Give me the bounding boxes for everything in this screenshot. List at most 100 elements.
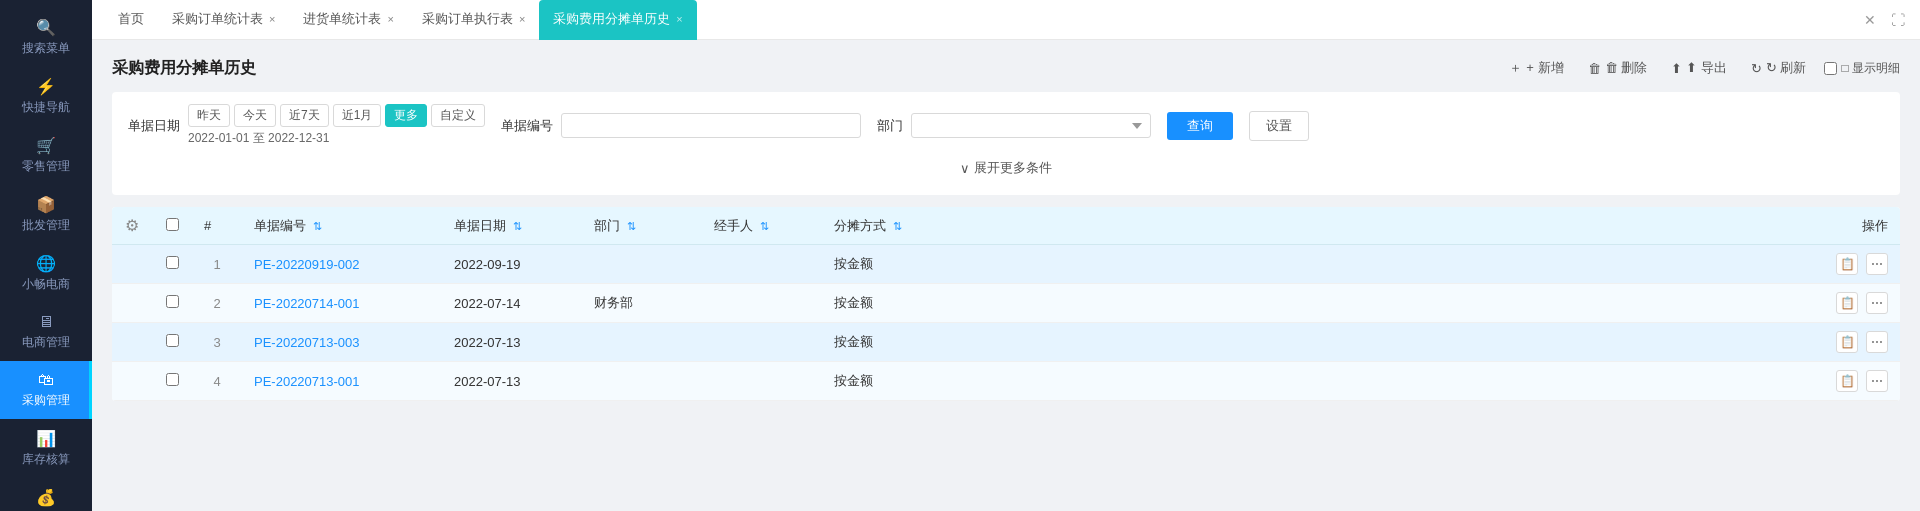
td-docnum-3: PE-20220713-001 — [242, 362, 442, 401]
docnum-filter-label: 单据编号 — [501, 117, 553, 135]
tab-home[interactable]: 首页 — [104, 0, 158, 40]
sidebar-item-label: 小畅电商 — [22, 277, 70, 291]
delete-button[interactable]: 🗑 🗑 删除 — [1582, 56, 1654, 80]
th-checkbox[interactable] — [152, 207, 192, 245]
close-window-icon[interactable]: ✕ — [1860, 10, 1880, 30]
show-detail-checkbox[interactable]: □ 显示明细 — [1824, 60, 1900, 77]
sidebar-finance-icon: 💰 — [4, 488, 88, 507]
yesterday-btn[interactable]: 昨天 — [188, 104, 230, 127]
sidebar-item-inventory[interactable]: 📊库存核算 — [0, 419, 92, 478]
tab-close-icon[interactable]: × — [387, 0, 393, 39]
add-button[interactable]: ＋ + 新增 — [1503, 56, 1569, 80]
row-checkbox-1[interactable] — [166, 295, 179, 308]
th-dept-label: 部门 — [594, 218, 620, 233]
td-settings-1 — [112, 284, 152, 323]
td-checkbox-3[interactable] — [152, 362, 192, 401]
last7-btn[interactable]: 近7天 — [280, 104, 329, 127]
sidebar-item-finance[interactable]: 💰资金管理 — [0, 478, 92, 511]
td-dept-3 — [582, 362, 702, 401]
sidebar-item-retail[interactable]: 🛒零售管理 — [0, 126, 92, 185]
edit-icon-0[interactable]: 📋 — [1836, 253, 1858, 275]
edit-icon-1[interactable]: 📋 — [1836, 292, 1858, 314]
tab-import-stat[interactable]: 进货单统计表× — [289, 0, 407, 40]
export-button[interactable]: ⬆ ⬆ 导出 — [1665, 56, 1733, 80]
sort-date-icon: ⇅ — [513, 220, 522, 232]
sidebar: 🔍 搜索菜单 ⚡快捷导航🛒零售管理📦批发管理🌐小畅电商🖥电商管理🛍采购管理📊库存核算… — [0, 0, 92, 511]
edit-icon-2[interactable]: 📋 — [1836, 331, 1858, 353]
show-detail-input[interactable] — [1824, 62, 1837, 75]
refresh-button[interactable]: ↻ ↻ 刷新 — [1745, 56, 1813, 80]
tab-bar-actions: ✕ ⛶ — [1860, 10, 1908, 30]
more-action-icon-1[interactable]: ⋯ — [1866, 292, 1888, 314]
date-filter-label: 单据日期 — [128, 117, 180, 135]
sidebar-item-search[interactable]: 🔍 搜索菜单 — [0, 8, 92, 67]
today-btn[interactable]: 今天 — [234, 104, 276, 127]
row-actions-3: 📋 ⋯ — [1812, 370, 1888, 392]
td-date-2: 2022-07-13 — [442, 323, 582, 362]
expand-more-btn[interactable]: ∨ 展开更多条件 — [954, 153, 1058, 183]
page-header: 采购费用分摊单历史 ＋ + 新增 🗑 🗑 删除 ⬆ ⬆ 导出 ↻ ↻ 刷新 — [112, 56, 1900, 80]
select-all-checkbox[interactable] — [166, 218, 179, 231]
sidebar-item-ecom-small[interactable]: 🌐小畅电商 — [0, 244, 92, 303]
sidebar-item-purchase[interactable]: 🛍采购管理 — [0, 361, 92, 419]
tab-close-icon[interactable]: × — [269, 0, 275, 39]
th-date-label: 单据日期 — [454, 218, 506, 233]
last1m-btn[interactable]: 近1月 — [333, 104, 382, 127]
th-docnum[interactable]: 单据编号 ⇅ — [242, 207, 442, 245]
td-checkbox-0[interactable] — [152, 245, 192, 284]
more-action-icon-0[interactable]: ⋯ — [1866, 253, 1888, 275]
td-method-3: 按金额 — [822, 362, 1800, 401]
tab-label: 采购费用分摊单历史 — [553, 0, 670, 39]
td-docnum-0: PE-20220919-002 — [242, 245, 442, 284]
tab-purchase-cost[interactable]: 采购费用分摊单历史× — [539, 0, 696, 40]
tab-purchase-exec[interactable]: 采购订单执行表× — [408, 0, 539, 40]
sort-handler-icon: ⇅ — [760, 220, 769, 232]
query-button[interactable]: 查询 — [1167, 112, 1233, 140]
row-checkbox-3[interactable] — [166, 373, 179, 386]
td-dept-2 — [582, 323, 702, 362]
docnum-input[interactable] — [561, 113, 861, 138]
data-table: ⚙ # 单据编号 ⇅ 单据日期 ⇅ 部门 ⇅ — [112, 207, 1900, 401]
sidebar-ecom-icon: 🖥 — [4, 313, 88, 331]
th-method[interactable]: 分摊方式 ⇅ — [822, 207, 1800, 245]
more-btn[interactable]: 更多 — [385, 104, 427, 127]
sidebar-item-wholesale[interactable]: 📦批发管理 — [0, 185, 92, 244]
td-handler-1 — [702, 284, 822, 323]
th-dept[interactable]: 部门 ⇅ — [582, 207, 702, 245]
date-filter-controls: 昨天 今天 近7天 近1月 更多 自定义 2022-01-01 至 2022-1… — [188, 104, 485, 147]
settings-button[interactable]: 设置 — [1249, 111, 1309, 141]
dept-select[interactable] — [911, 113, 1151, 138]
filter-area: 单据日期 昨天 今天 近7天 近1月 更多 自定义 2022-01-01 至 2… — [112, 92, 1900, 195]
td-method-1: 按金额 — [822, 284, 1800, 323]
docnum-link-2[interactable]: PE-20220713-003 — [254, 335, 360, 350]
row-checkbox-0[interactable] — [166, 256, 179, 269]
td-checkbox-2[interactable] — [152, 323, 192, 362]
th-date[interactable]: 单据日期 ⇅ — [442, 207, 582, 245]
row-actions-1: 📋 ⋯ — [1812, 292, 1888, 314]
delete-icon: 🗑 — [1588, 61, 1601, 76]
sidebar-search-icon: 🔍 — [4, 18, 88, 37]
th-settings[interactable]: ⚙ — [112, 207, 152, 245]
docnum-link-0[interactable]: PE-20220919-002 — [254, 257, 360, 272]
docnum-link-3[interactable]: PE-20220713-001 — [254, 374, 360, 389]
custom-btn[interactable]: 自定义 — [431, 104, 485, 127]
edit-icon-3[interactable]: 📋 — [1836, 370, 1858, 392]
maximize-icon[interactable]: ⛶ — [1888, 10, 1908, 30]
sidebar-item-ecom[interactable]: 🖥电商管理 — [0, 303, 92, 361]
table-row: 3 PE-20220713-003 2022-07-13 按金额 📋 ⋯ — [112, 323, 1900, 362]
row-checkbox-2[interactable] — [166, 334, 179, 347]
td-num-2: 3 — [192, 323, 242, 362]
td-date-0: 2022-09-19 — [442, 245, 582, 284]
td-dept-0 — [582, 245, 702, 284]
td-date-1: 2022-07-14 — [442, 284, 582, 323]
td-checkbox-1[interactable] — [152, 284, 192, 323]
tab-close-icon[interactable]: × — [676, 0, 682, 39]
tab-purchase-order-stat[interactable]: 采购订单统计表× — [158, 0, 289, 40]
more-action-icon-2[interactable]: ⋯ — [1866, 331, 1888, 353]
th-handler[interactable]: 经手人 ⇅ — [702, 207, 822, 245]
more-action-icon-3[interactable]: ⋯ — [1866, 370, 1888, 392]
docnum-link-1[interactable]: PE-20220714-001 — [254, 296, 360, 311]
sidebar-item-quick[interactable]: ⚡快捷导航 — [0, 67, 92, 126]
sidebar-item-label: 搜索菜单 — [22, 41, 70, 55]
tab-close-icon[interactable]: × — [519, 0, 525, 39]
